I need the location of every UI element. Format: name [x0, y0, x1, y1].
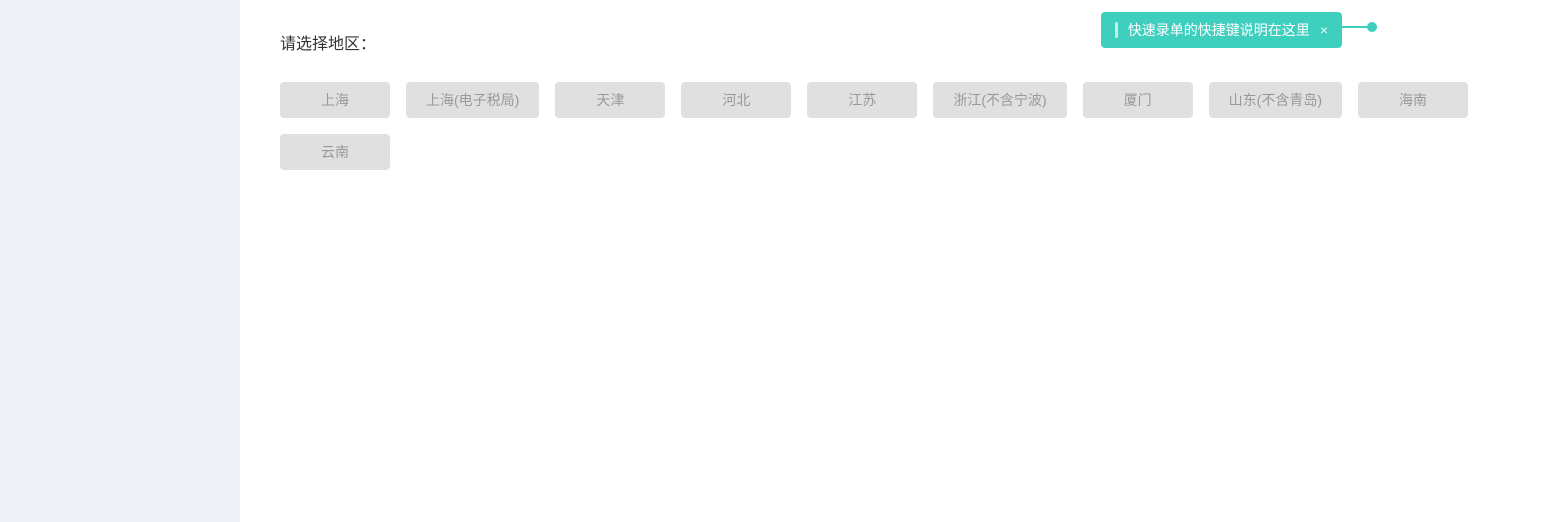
region-grid: 上海上海(电子税局) 天津河北江苏浙江(不含宁波) 厦门山东(不含青岛) 海南云南	[280, 82, 1522, 170]
tooltip-close-button[interactable]: ×	[1320, 22, 1328, 38]
tooltip-connector-dot	[1367, 22, 1377, 32]
region-button-tianjin[interactable]: 天津	[555, 82, 665, 118]
region-button-zhejiang[interactable]: 浙江(不含宁波)	[933, 82, 1066, 118]
left-sidebar	[0, 0, 240, 522]
region-button-shandong[interactable]: 山东(不含青岛)	[1209, 82, 1342, 118]
region-button-shanghai-etax[interactable]: 上海(电子税局)	[406, 82, 539, 118]
region-button-hainan[interactable]: 海南	[1358, 82, 1468, 118]
region-button-xiamen[interactable]: 厦门	[1083, 82, 1193, 118]
tooltip-text: 快速录单的快捷键说明在这里	[1128, 20, 1310, 40]
region-button-shanghai[interactable]: 上海	[280, 82, 390, 118]
region-button-hebei[interactable]: 河北	[681, 82, 791, 118]
tooltip-banner: 快速录单的快捷键说明在这里 ×	[1101, 12, 1342, 48]
main-content: 请选择地区： 上海上海(电子税局)天津河北江苏浙江(不含宁波)厦门山东(不含青岛…	[240, 0, 1562, 522]
region-button-jiangsu[interactable]: 江苏	[807, 82, 917, 118]
region-button-yunnan[interactable]: 云南	[280, 134, 390, 170]
